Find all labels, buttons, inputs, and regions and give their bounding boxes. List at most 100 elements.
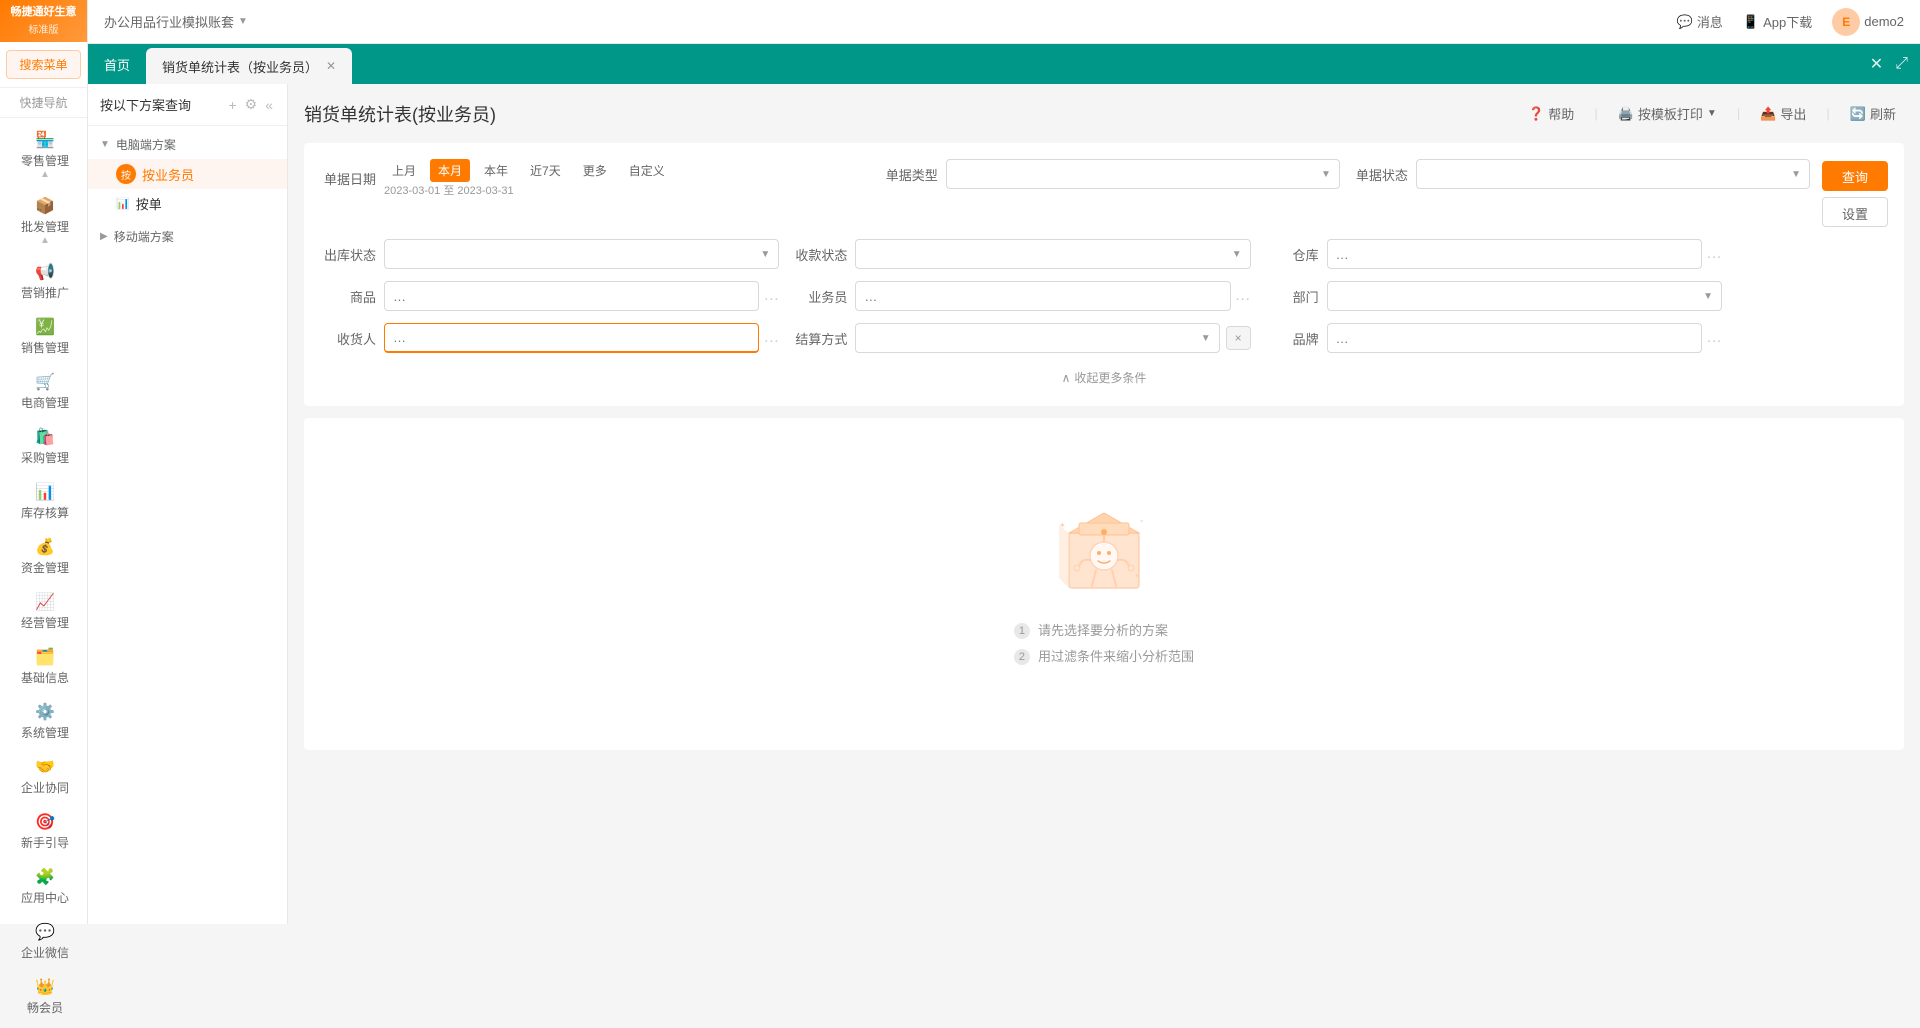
filter-receipt-status-control: ▼ (855, 239, 1250, 269)
tab-expand-icon[interactable]: ⤢ (1891, 51, 1912, 77)
filter-salesperson-dots-icon[interactable]: … (1235, 287, 1251, 305)
export-button[interactable]: 📤 导出 (1752, 100, 1814, 127)
filter-warehouse-input[interactable] (1327, 239, 1702, 269)
download-icon: 📱 (1743, 14, 1759, 30)
filter-row2: 出库状态 ▼ 收款状态 ▼ (320, 239, 1888, 269)
app-logo[interactable]: 畅捷通好生意 标准版 (0, 0, 87, 42)
filter-consignee-control: … (384, 323, 779, 353)
quick-nav-button[interactable]: 快捷导航 (0, 88, 87, 118)
sidebar-item-purchase[interactable]: 🛍️ 采购管理 (0, 419, 87, 474)
filter-consignee-dots-icon[interactable]: … (763, 329, 779, 347)
print-template-button[interactable]: 🖨️ 按模板打印 ▼ (1610, 100, 1725, 127)
svg-text:✦: ✦ (1139, 518, 1144, 525)
filter-doc-status-label: 单据状态 (1352, 165, 1408, 184)
date-btn-last-month[interactable]: 上月 (384, 159, 424, 182)
user-avatar: E (1832, 8, 1860, 36)
filter-warehouse-control: … (1327, 239, 1722, 269)
filter-warehouse-dots-icon[interactable]: … (1706, 245, 1722, 263)
sidebar-item-sales[interactable]: 💹 销售管理 (0, 309, 87, 364)
filter-department-select[interactable]: ▼ (1327, 281, 1722, 311)
scheme-group-mobile-text: 移动端方案 (114, 228, 174, 245)
filter-settlement-tag-close-icon[interactable]: × (1235, 331, 1242, 345)
filter-salesperson-input[interactable] (855, 281, 1230, 311)
tab-sales-stat-close-icon[interactable]: ✕ (326, 60, 336, 72)
refresh-button[interactable]: 🔄 刷新 (1842, 100, 1904, 127)
filter-brand-dots-icon[interactable]: … (1706, 329, 1722, 347)
sidebar-item-ecommerce[interactable]: 🛒 电商管理 (0, 364, 87, 419)
filter-brand-input[interactable] (1327, 323, 1702, 353)
filter-department-control: ▼ (1327, 281, 1722, 311)
filter-consignee-input[interactable] (384, 323, 759, 353)
date-btn-this-month[interactable]: 本月 (430, 159, 470, 182)
tab-home[interactable]: 首页 (88, 44, 146, 84)
filter-department-item: 部门 ▼ (1263, 281, 1722, 311)
sidebar-item-newuser[interactable]: 🎯 新手引导 (0, 804, 87, 859)
scheme-item-by-order[interactable]: 📊 按单 (88, 189, 287, 218)
divider2: | (1737, 106, 1740, 121)
app-selector[interactable]: 办公用品行业模拟账套 ▼ (104, 12, 248, 31)
sidebar-item-enterprise[interactable]: 🤝 企业协同 (0, 749, 87, 804)
message-button[interactable]: 💬 消息 (1677, 12, 1723, 31)
scheme-item-by-salesperson[interactable]: 按 按业务员 (88, 159, 287, 189)
purchase-icon: 🛍️ (35, 427, 55, 447)
sidebar-item-inventory[interactable]: 📊 库存核算 (0, 474, 87, 529)
date-btn-this-year[interactable]: 本年 (476, 159, 516, 182)
sidebar-item-system-label: 系统管理 (21, 724, 69, 741)
sidebar-item-operations[interactable]: 📈 经营管理 (0, 584, 87, 639)
filter-goods-dots-icon[interactable]: … (763, 287, 779, 305)
scheme-add-button[interactable]: + (226, 95, 238, 115)
sidebar-item-sales-label: 销售管理 (21, 339, 69, 356)
newuser-icon: 🎯 (35, 812, 55, 832)
filter-doc-status-select[interactable]: ▼ (1416, 159, 1810, 189)
sidebar-item-wholesale[interactable]: 📦 批发管理 ▲ (0, 188, 87, 254)
filter-brand-item: 品牌 … (1263, 323, 1722, 353)
scheme-panel: 按以下方案查询 + ⚙ « ▼ 电脑端方案 按 按业务员 📊 按 (88, 84, 288, 924)
sidebar-item-wechat[interactable]: 💬 企业微信 (0, 914, 87, 969)
scheme-settings-button[interactable]: ⚙ (243, 94, 260, 115)
app-download-button[interactable]: 📱 App下载 (1743, 12, 1812, 31)
scheme-group-desktop-label[interactable]: ▼ 电脑端方案 (88, 130, 287, 159)
filter-salesperson-item: 业务员 … (791, 281, 1250, 311)
sidebar-item-finance[interactable]: 💰 资金管理 (0, 529, 87, 584)
filter-date-item: 单据日期 上月 本月 本年 近7天 更多 自定义 2023-03-01 至 20… (320, 159, 870, 198)
retail-icon: 🏪 (35, 130, 55, 150)
message-icon: 💬 (1677, 14, 1693, 30)
sidebar-item-vip[interactable]: 👑 畅会员 (0, 969, 87, 1024)
query-button[interactable]: 查询 (1822, 161, 1888, 191)
filter-receipt-status-label: 收款状态 (791, 245, 847, 264)
filter-out-status-arrow-icon: ▼ (760, 249, 770, 260)
settings-button[interactable]: 设置 (1822, 197, 1888, 227)
filter-out-status-control: ▼ (384, 239, 779, 269)
user-name: demo2 (1864, 14, 1904, 29)
date-btn-custom[interactable]: 自定义 (621, 159, 673, 182)
scheme-collapse-button[interactable]: « (263, 95, 275, 115)
vip-icon: 👑 (35, 977, 55, 997)
filter-receipt-status-select[interactable]: ▼ (855, 239, 1250, 269)
sidebar-item-basic[interactable]: 🗂️ 基础信息 (0, 639, 87, 694)
scheme-group-mobile[interactable]: ▶ 移动端方案 (88, 222, 287, 251)
main-area: 办公用品行业模拟账套 ▼ 💬 消息 📱 App下载 E demo2 首页 销货单… (88, 0, 1920, 924)
tip-num-1: 1 (1014, 623, 1030, 639)
user-profile[interactable]: E demo2 (1832, 8, 1904, 36)
sidebar-item-system[interactable]: ⚙️ 系统管理 (0, 694, 87, 749)
filter-out-status-select[interactable]: ▼ (384, 239, 779, 269)
filter-doc-type-select[interactable]: ▼ (946, 159, 1340, 189)
filter-goods-label: 商品 (320, 287, 376, 306)
search-menu-button[interactable]: 搜索菜单 (6, 50, 81, 79)
scheme-group-desktop: ▼ 电脑端方案 按 按业务员 📊 按单 (88, 126, 287, 222)
tab-close-window-icon[interactable]: ✕ (1866, 50, 1887, 78)
scheme-panel-title: 按以下方案查询 (100, 95, 191, 114)
date-btn-last7[interactable]: 近7天 (522, 159, 569, 182)
tab-sales-stat[interactable]: 销货单统计表（按业务员） ✕ (146, 48, 352, 84)
scheme-panel-actions: + ⚙ « (226, 94, 275, 115)
sidebar-item-marketing[interactable]: 📢 营销推广 (0, 254, 87, 309)
collapse-more-button[interactable]: ∧ 收起更多条件 (320, 361, 1888, 390)
filter-settlement-select[interactable]: ▼ (855, 323, 1219, 353)
filter-action-buttons: 查询 设置 (1822, 159, 1888, 227)
help-button[interactable]: ❓ 帮助 (1520, 100, 1582, 127)
sidebar-item-apps[interactable]: 🧩 应用中心 (0, 859, 87, 914)
date-btn-more[interactable]: 更多 (575, 159, 615, 182)
filter-goods-input[interactable] (384, 281, 759, 311)
sidebar-item-retail[interactable]: 🏪 零售管理 ▲ (0, 122, 87, 188)
sidebar-item-finance-label: 资金管理 (21, 559, 69, 576)
